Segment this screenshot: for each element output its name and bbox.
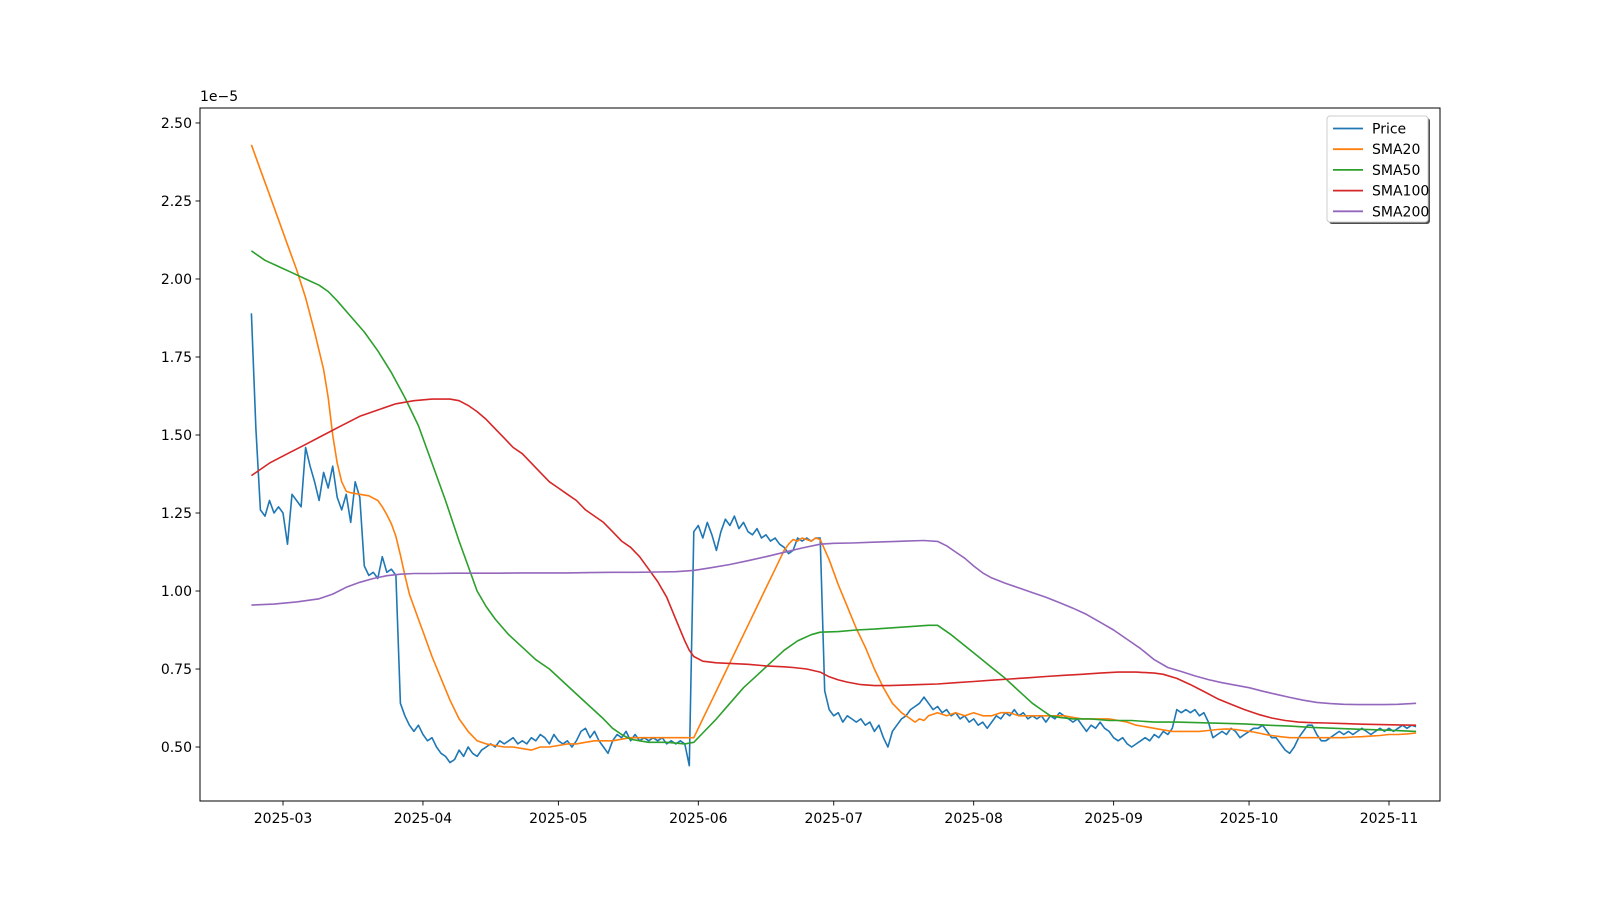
chart-figure: 1e−5 2025-03 2025-04 2025-05 2025-06 2025-07…: [161, 89, 1441, 827]
legend: Price SMA20 SMA50 SMA100 SMA200: [1326, 115, 1430, 224]
y-tick-label: 1.25: [161, 506, 192, 522]
y-tick-label: 1.00: [161, 584, 192, 600]
legend-label-sma100: SMA100: [1372, 184, 1429, 200]
series-line-price: [250, 313, 1417, 767]
x-tick-label: 2025-05: [529, 811, 588, 827]
x-tick-label: 2025-06: [669, 811, 728, 827]
y-tick-label: 1.50: [161, 428, 192, 444]
x-tick-label: 2025-08: [944, 811, 1003, 827]
x-axis: 2025-03 2025-04 2025-05 2025-06 2025-07 2025-…: [254, 801, 1418, 827]
y-tick-label: 2.25: [161, 194, 192, 210]
series-line-sma200: [251, 539, 1417, 706]
x-tick-label: 2025-11: [1360, 811, 1419, 827]
y-tick-label: 0.50: [161, 740, 192, 756]
plot-area-border: [199, 107, 1441, 802]
legend-label-price: Price: [1372, 122, 1406, 138]
y-tick-label: 1.75: [161, 350, 192, 366]
x-tick-label: 2025-04: [394, 811, 453, 827]
y-axis: 0.50 0.75 1.00 1.25 1.50 1.75 2.00 2.25 2.50: [161, 116, 200, 756]
x-tick-label: 2025-07: [804, 811, 863, 827]
legend-label-sma50: SMA50: [1372, 163, 1420, 179]
legend-label-sma200: SMA200: [1372, 204, 1429, 220]
series-line-sma50: [250, 250, 1417, 745]
figure: 1e−5 2025-03 2025-04 2025-05 2025-06 2025-07…: [0, 0, 1600, 900]
legend-label-sma20: SMA20: [1372, 142, 1420, 158]
x-tick-label: 2025-09: [1084, 811, 1143, 827]
y-tick-label: 0.75: [161, 662, 192, 678]
y-tick-label: 2.50: [161, 116, 192, 132]
y-tick-label: 2.00: [161, 272, 192, 288]
x-tick-label: 2025-10: [1220, 811, 1279, 827]
series-lines: [250, 144, 1417, 767]
x-tick-label: 2025-03: [254, 811, 313, 827]
y-axis-offset-label: 1e−5: [200, 89, 238, 105]
